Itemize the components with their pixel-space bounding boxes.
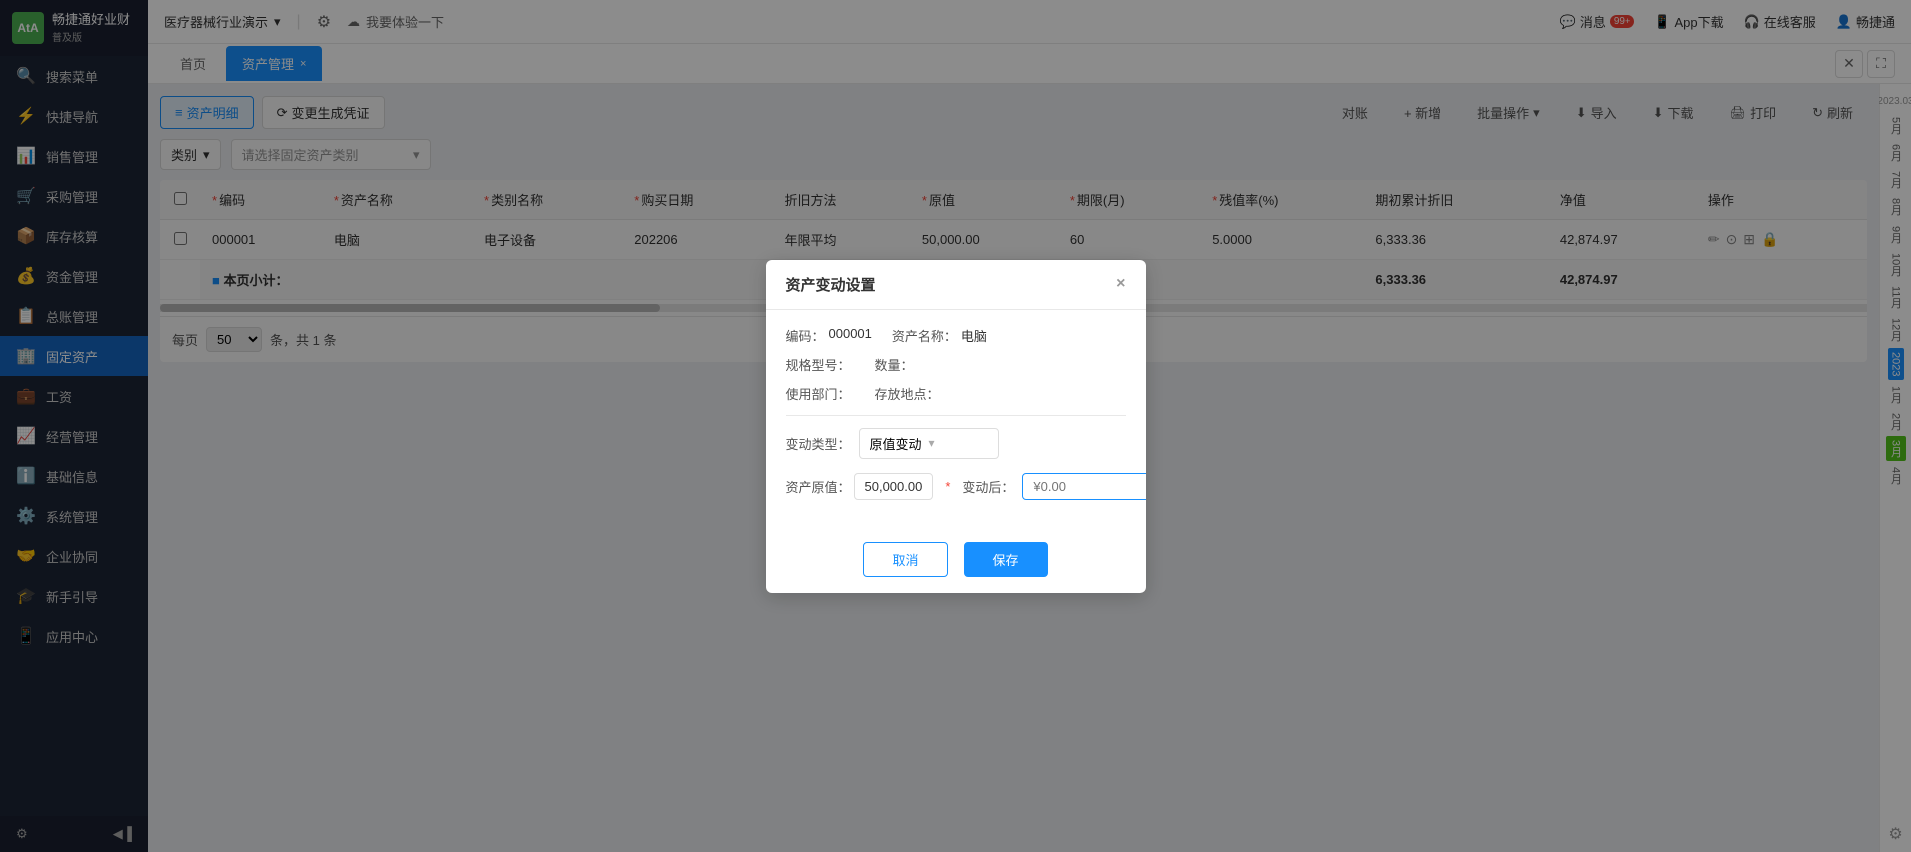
modal-body: 编码： 000001 资产名称： 电脑 规格型号： 数量： xyxy=(766,310,1146,530)
quantity-label: 数量： xyxy=(875,355,914,374)
change-type-label: 变动类型： xyxy=(786,434,851,453)
asset-value-row: 资产原值： 50,000.00 * 变动后： xyxy=(786,473,1126,500)
modal-divider xyxy=(786,415,1126,416)
asset-value-label: 资产原值： xyxy=(786,477,846,496)
change-type-select[interactable]: 原值变动 ▾ xyxy=(859,428,999,459)
location-label: 存放地点： xyxy=(875,384,940,403)
modal-footer: 取消 保存 xyxy=(766,530,1146,593)
cancel-button[interactable]: 取消 xyxy=(863,542,947,577)
modal-info-row-1: 编码： 000001 资产名称： 电脑 xyxy=(786,326,1126,345)
dept-label: 使用部门： xyxy=(786,384,851,403)
after-change-input[interactable] xyxy=(1022,473,1145,500)
spec-label: 规格型号： xyxy=(786,355,851,374)
asset-name-label: 资产名称： xyxy=(892,326,957,345)
asset-value-input: 50,000.00 xyxy=(854,473,934,500)
modal-title: 资产变动设置 xyxy=(786,274,876,295)
modal-close-btn[interactable]: × xyxy=(1116,275,1125,293)
modal-info-row-3: 使用部门： 存放地点： xyxy=(786,384,1126,403)
after-change-label: 变动后： xyxy=(962,477,1014,496)
code-label: 编码： xyxy=(786,326,825,345)
modal-header: 资产变动设置 × xyxy=(766,260,1146,310)
asset-change-modal: 资产变动设置 × 编码： 000001 资产名称： 电脑 规格型号： xyxy=(766,260,1146,593)
chevron-down-icon: ▾ xyxy=(929,436,988,450)
required-star: * xyxy=(945,479,950,494)
save-button[interactable]: 保存 xyxy=(964,542,1048,577)
modal-info-row-2: 规格型号： 数量： xyxy=(786,355,1126,374)
change-type-value: 原值变动 xyxy=(870,434,929,453)
asset-name-value: 电脑 xyxy=(961,326,987,345)
modal-overlay: 资产变动设置 × 编码： 000001 资产名称： 电脑 规格型号： xyxy=(0,0,1911,852)
code-value: 000001 xyxy=(829,326,872,345)
change-type-row: 变动类型： 原值变动 ▾ xyxy=(786,428,1126,459)
asset-value-value: 50,000.00 xyxy=(865,479,923,494)
